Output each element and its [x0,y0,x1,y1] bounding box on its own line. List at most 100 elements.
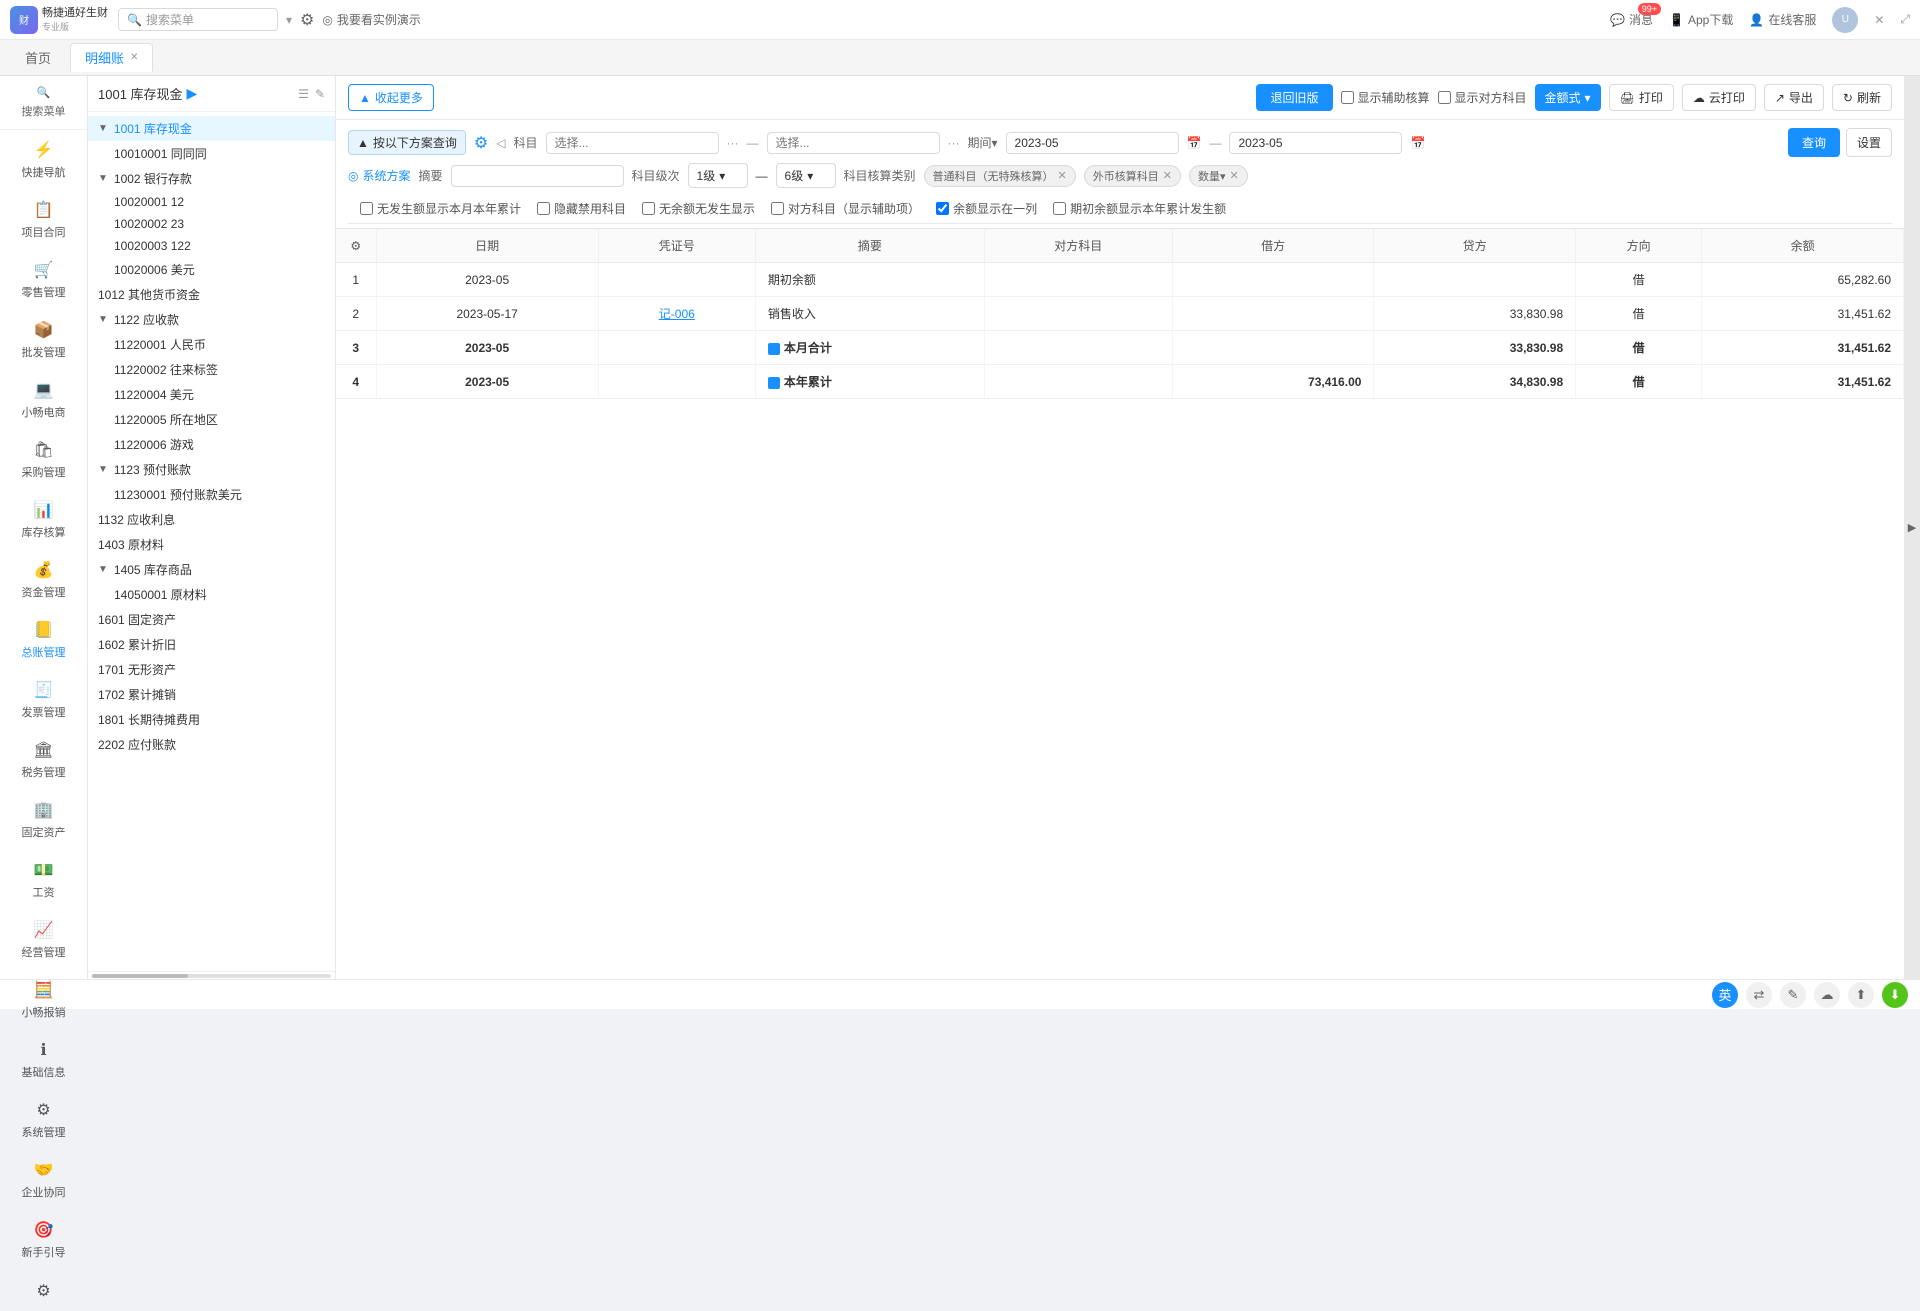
tree-node-10020003[interactable]: 10020003 122 [88,235,335,257]
tree-node-1405[interactable]: ▼ 1405 库存商品 [88,557,335,582]
tag-foreign-close[interactable]: ✕ [1163,169,1172,182]
tree-node-1403[interactable]: 1403 原材料 [88,532,335,557]
sidebar-item-wholesale[interactable]: 📦 批发管理 [0,310,87,370]
tree-node-11220002[interactable]: 11220002 往来标签 [88,357,335,382]
tree-node-1602[interactable]: 1602 累计折旧 [88,632,335,657]
tree-collapse-1001[interactable]: ▼ [98,123,108,134]
show-aux-input[interactable] [1341,91,1354,104]
sidebar-item-quick-nav[interactable]: ⚡ 快捷导航 [0,130,87,190]
cb-cumulative-input[interactable] [1053,202,1066,215]
cloud-icon-btn[interactable]: ☁ [1814,982,1840,1008]
cb-no-balance-input[interactable] [360,202,373,215]
tag-quantity[interactable]: 数量▾ ✕ [1189,165,1248,187]
settings-icon[interactable]: ⚙ [300,10,314,30]
tree-node-1001[interactable]: ▼ 1001 库存现金 [88,116,335,141]
dots-2[interactable]: ··· [948,136,960,150]
cb-opposite[interactable]: 对方科目（显示辅助项） [771,200,920,217]
sidebar-item-inventory[interactable]: 📊 库存核算 [0,490,87,550]
tag-quantity-close[interactable]: ✕ [1230,169,1239,182]
level-start-select[interactable]: 1级 ▾ [688,163,748,188]
tree-node-1012[interactable]: 1012 其他货币资金 [88,282,335,307]
cb-hide-disabled-input[interactable] [537,202,550,215]
sidebar-item-expense[interactable]: 🧮 小畅报销 [0,970,87,1030]
lang-button[interactable]: 英 [1712,982,1738,1008]
tree-collapse-1405[interactable]: ▼ [98,564,108,575]
tree-node-1801[interactable]: 1801 长期待摊费用 [88,707,335,732]
period-calendar-start[interactable]: 📅 [1187,136,1202,150]
dropdown-icon[interactable]: ▾ [286,13,292,27]
sidebar-item-capital[interactable]: 💰 资金管理 [0,550,87,610]
cb-balance-col[interactable]: 余额显示在一列 [936,200,1037,217]
show-aux-checkbox[interactable]: 显示辅助核算 [1341,89,1430,106]
export-button[interactable]: ↗ 导出 [1764,84,1824,111]
tree-node-1122[interactable]: ▼ 1122 应收款 [88,307,335,332]
scheme-button[interactable]: ◎ 系统方案 [348,167,411,184]
tree-node-1123[interactable]: ▼ 1123 预付账款 [88,457,335,482]
refresh-button[interactable]: ↻ 刷新 [1832,84,1892,111]
edit-icon-btn[interactable]: ✎ [1780,982,1806,1008]
cb-hide-disabled[interactable]: 隐藏禁用科目 [537,200,626,217]
user-avatar[interactable]: U [1832,7,1858,33]
subject-input2[interactable] [767,132,940,154]
account-selector-arrow[interactable]: ▶ [187,85,198,102]
tree-collapse-1123[interactable]: ▼ [98,464,108,475]
cb-opposite-input[interactable] [771,202,784,215]
download-status-btn[interactable]: ⬇ [1882,982,1908,1008]
tree-node-10020002[interactable]: 10020002 23 [88,213,335,235]
tree-node-10010001[interactable]: 10010001 同同同 [88,141,335,166]
period-calendar-end[interactable]: 📅 [1410,136,1425,150]
transfer-icon-btn[interactable]: ⇄ [1746,982,1772,1008]
tree-collapse-1122[interactable]: ▼ [98,314,108,325]
account-selector[interactable]: 1001 库存现金 ▶ [98,84,197,103]
amount-format-button[interactable]: 金额式 ▾ [1535,84,1601,111]
sidebar-item-ecommerce[interactable]: 💻 小畅电商 [0,370,87,430]
sidebar-item-fixed-assets[interactable]: 🏢 固定资产 [0,790,87,850]
subject-dots[interactable]: ··· [727,136,739,150]
cb-no-balance-show-input[interactable] [642,202,655,215]
section-expand-icon[interactable]: ▲ [357,136,369,150]
tree-node-2202[interactable]: 2202 应付账款 [88,732,335,757]
window-maximize[interactable]: ⤢ [1900,12,1910,27]
sidebar-item-tax[interactable]: 🏛 税务管理 [0,730,87,790]
cb-cumulative[interactable]: 期初余额显示本年累计发生额 [1053,200,1226,217]
tree-list-icon[interactable]: ☰ [298,87,309,101]
tree-node-11230001[interactable]: 11230001 预付账款美元 [88,482,335,507]
tree-node-10020006[interactable]: 10020006 美元 [88,257,335,282]
download-button[interactable]: 📱 App下载 [1669,11,1733,28]
search-box[interactable]: 🔍 搜索菜单 [118,8,278,31]
settings-button[interactable]: 设置 [1846,128,1892,157]
summary-input[interactable] [451,165,624,187]
sidebar-item-payroll[interactable]: 💵 工资 [0,850,87,910]
sidebar-item-purchase[interactable]: 🛍 采购管理 [0,430,87,490]
message-button[interactable]: 💬 消息 99+ [1610,11,1653,28]
cb-balance-col-input[interactable] [936,202,949,215]
tree-node-11220006[interactable]: 11220006 游戏 [88,432,335,457]
sidebar-item-project[interactable]: 📋 项目合同 [0,190,87,250]
show-opposite-input[interactable] [1438,91,1451,104]
tag-foreign[interactable]: 外币核算科目 ✕ [1084,165,1181,187]
tree-node-11220001[interactable]: 11220001 人民币 [88,332,335,357]
demo-button[interactable]: ◎ 我要看实例演示 [322,11,421,28]
tab-home[interactable]: 首页 [10,43,66,72]
sidebar-item-operations[interactable]: 📈 经营管理 [0,910,87,970]
col-gear[interactable]: ⚙ [336,229,376,263]
return-old-button[interactable]: 退回旧版 [1256,84,1332,111]
query-button[interactable]: 查询 [1788,128,1840,157]
tree-edit-icon[interactable]: ✎ [315,87,325,101]
tab-close-icon[interactable]: ✕ [130,52,138,63]
tree-node-1132[interactable]: 1132 应收利息 [88,507,335,532]
cb-no-balance[interactable]: 无发生额显示本月本年累计 [360,200,521,217]
voucher-link[interactable]: 记-006 [659,307,695,321]
tree-node-1701[interactable]: 1701 无形资产 [88,657,335,682]
sidebar-search[interactable]: 🔍 搜索菜单 [0,76,87,130]
period-end[interactable] [1229,132,1402,154]
upload-icon-btn[interactable]: ⬆ [1848,982,1874,1008]
sidebar-item-system[interactable]: ⚙ 系统管理 [0,1090,87,1150]
tree-node-1702[interactable]: 1702 累计摊销 [88,682,335,707]
service-button[interactable]: 👤 在线客服 [1749,11,1816,28]
window-close[interactable]: ✕ [1874,13,1884,27]
cb-no-balance-show[interactable]: 无余额无发生显示 [642,200,755,217]
filter-collapse-icon[interactable]: ◁ [496,136,505,150]
tree-node-11220004[interactable]: 11220004 美元 [88,382,335,407]
sidebar-item-invoice[interactable]: 🧾 发票管理 [0,670,87,730]
